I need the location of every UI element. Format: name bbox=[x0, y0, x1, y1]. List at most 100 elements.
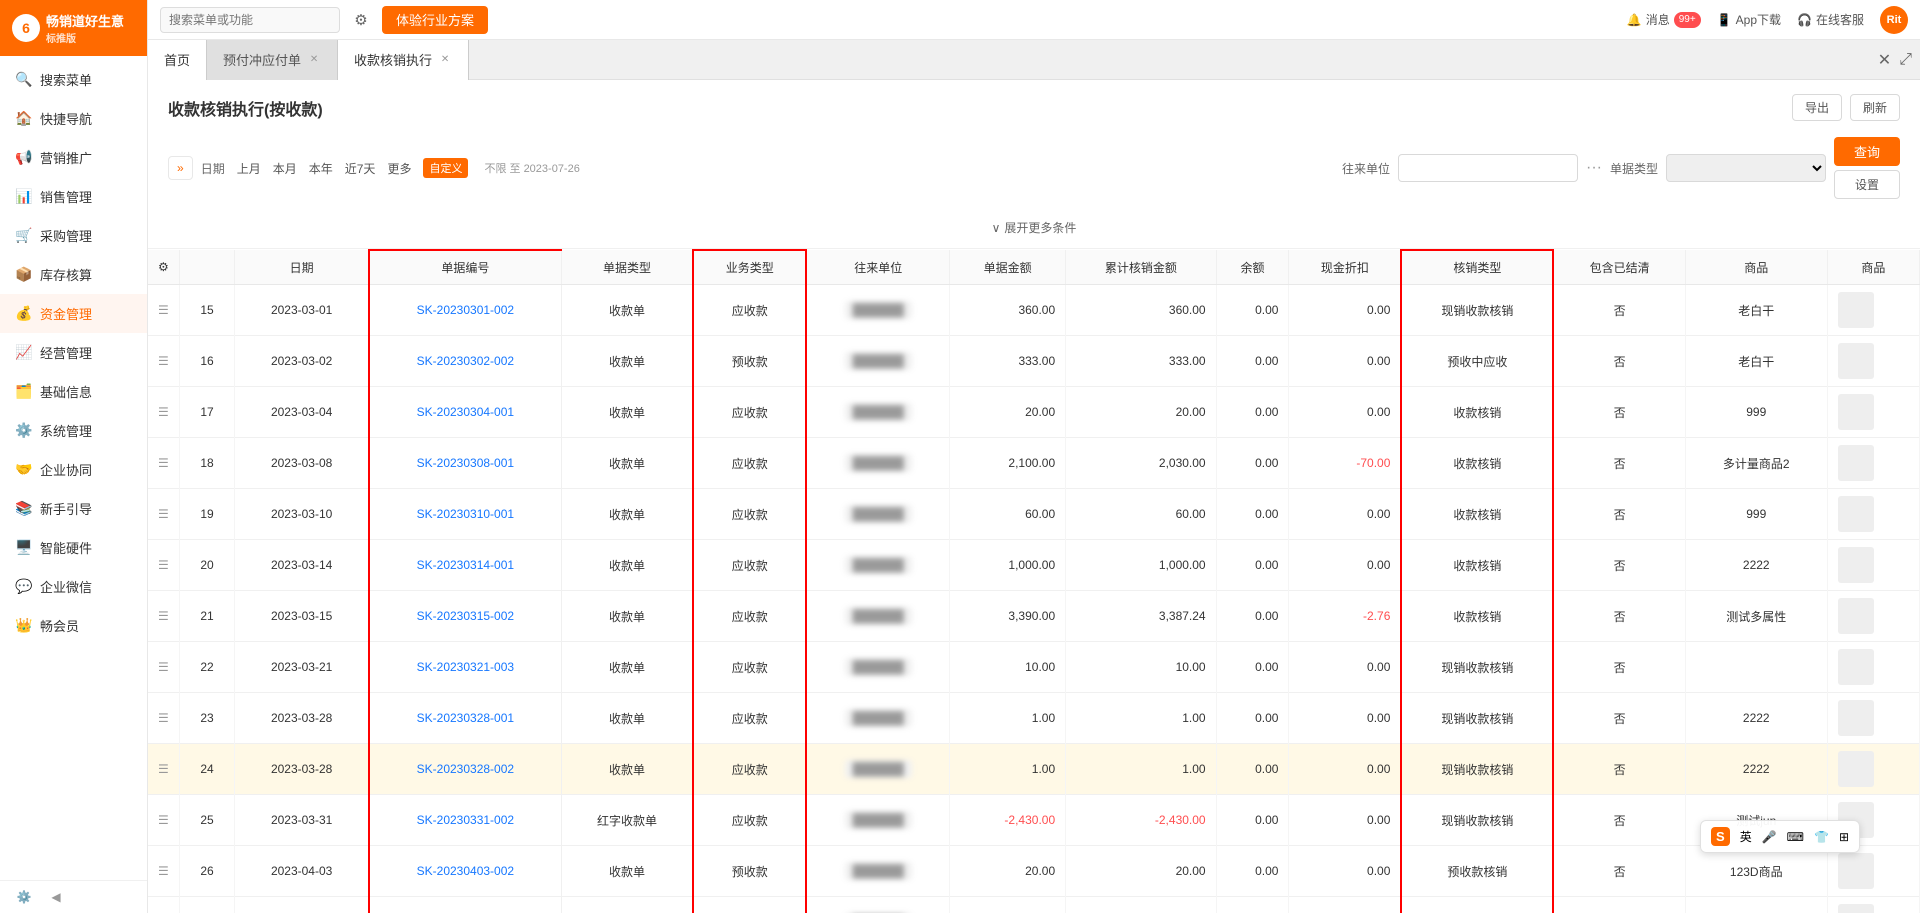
solution-btn[interactable]: 体验行业方案 bbox=[382, 6, 488, 34]
cell-settings[interactable]: ☰ bbox=[148, 897, 179, 913]
col-cumamt[interactable]: 累计核销金额 bbox=[1066, 250, 1216, 285]
billno-link[interactable]: SK-20230302-002 bbox=[417, 354, 514, 368]
col-date[interactable]: 日期 bbox=[235, 250, 369, 285]
cell-settings[interactable]: ☰ bbox=[148, 642, 179, 693]
sidebar-item-system[interactable]: ⚙️系统管理 bbox=[0, 411, 147, 450]
expand-more-btn[interactable]: ∨ 展开更多条件 bbox=[988, 215, 1081, 240]
data-table-container: ⚙ 日期 单据编号 单据类型 业务类型 往来单位 单据金额 累计核销金额 余额 … bbox=[148, 249, 1920, 913]
col-goods[interactable]: 商品 bbox=[1685, 250, 1827, 285]
cell-settings[interactable]: ☰ bbox=[148, 795, 179, 846]
cell-settings[interactable]: ☰ bbox=[148, 846, 179, 897]
tab-payable[interactable]: 预付冲应付单 ✕ bbox=[207, 40, 338, 80]
billtype-select[interactable] bbox=[1666, 154, 1826, 182]
cell-partner: ██████ bbox=[806, 540, 949, 591]
tab-writeoff-close[interactable]: ✕ bbox=[438, 53, 452, 67]
cell-settings[interactable]: ☰ bbox=[148, 693, 179, 744]
col-amount[interactable]: 单据金额 bbox=[950, 250, 1066, 285]
billno-link[interactable]: SK-20230310-001 bbox=[417, 507, 514, 521]
user-avatar[interactable]: Rit bbox=[1880, 6, 1908, 34]
refresh-btn[interactable]: 刷新 bbox=[1850, 94, 1900, 121]
filter-expand-btn[interactable]: » bbox=[168, 156, 193, 180]
export-btn[interactable]: 导出 bbox=[1792, 94, 1842, 121]
tab-payable-close[interactable]: ✕ bbox=[307, 53, 321, 67]
date-btn-lastmonth[interactable]: 上月 bbox=[233, 158, 265, 179]
collapse-icon[interactable]: ◀ bbox=[48, 889, 64, 905]
sidebar-item-purchase[interactable]: 🛒采购管理 bbox=[0, 216, 147, 255]
sidebar-item-sales[interactable]: 📊销售管理 bbox=[0, 177, 147, 216]
sidebar-item-operation[interactable]: 📈经营管理 bbox=[0, 333, 147, 372]
billno-link[interactable]: SK-20230328-002 bbox=[417, 762, 514, 776]
cell-settings[interactable]: ☰ bbox=[148, 387, 179, 438]
cell-settings[interactable]: ☰ bbox=[148, 540, 179, 591]
col-billtype[interactable]: 单据类型 bbox=[561, 250, 693, 285]
cell-settings[interactable]: ☰ bbox=[148, 744, 179, 795]
date-custom-btn[interactable]: 自定义 bbox=[423, 158, 468, 178]
billno-link[interactable]: SK-20230304-001 bbox=[417, 405, 514, 419]
billno-link[interactable]: SK-20230403-002 bbox=[417, 864, 514, 878]
tab-expand-icon[interactable]: ⤢ bbox=[1899, 51, 1912, 69]
cell-settings[interactable]: ☰ bbox=[148, 438, 179, 489]
ime-keyboard-icon[interactable]: ⌨ bbox=[1787, 830, 1804, 844]
cell-settings[interactable]: ☰ bbox=[148, 336, 179, 387]
sidebar-item-basic[interactable]: 🗂️基础信息 bbox=[0, 372, 147, 411]
date-btn-thisyear[interactable]: 本年 bbox=[305, 158, 337, 179]
billno-link[interactable]: SK-20230315-002 bbox=[417, 609, 514, 623]
sidebar-item-wechat[interactable]: 💬企业微信 bbox=[0, 567, 147, 606]
billno-link[interactable]: SK-20230314-001 bbox=[417, 558, 514, 572]
sidebar-item-corp[interactable]: 🤝企业协同 bbox=[0, 450, 147, 489]
cell-goodsimg bbox=[1827, 285, 1919, 336]
col-settings[interactable]: ⚙ bbox=[148, 250, 179, 285]
billno-link[interactable]: SK-20230328-001 bbox=[417, 711, 514, 725]
col-discount[interactable]: 现金折扣 bbox=[1289, 250, 1401, 285]
col-partner[interactable]: 往来单位 bbox=[806, 250, 949, 285]
ime-shirt-icon[interactable]: 👕 bbox=[1814, 830, 1829, 844]
search-input[interactable] bbox=[160, 7, 340, 33]
cell-settings[interactable]: ☰ bbox=[148, 489, 179, 540]
query-btn[interactable]: 查询 bbox=[1834, 137, 1900, 166]
ime-grid-icon[interactable]: ⊞ bbox=[1839, 830, 1849, 844]
sidebar-item-search[interactable]: 🔍搜索菜单 bbox=[0, 60, 147, 99]
sidebar-item-vip[interactable]: 👑畅会员 bbox=[0, 606, 147, 645]
col-balance[interactable]: 余额 bbox=[1216, 250, 1289, 285]
date-btn-thismonth[interactable]: 本月 bbox=[269, 158, 301, 179]
filter-settings-btn[interactable]: 设置 bbox=[1834, 170, 1900, 199]
col-goodsimg[interactable]: 商品 bbox=[1827, 250, 1919, 285]
col-incl[interactable]: 包含已结清 bbox=[1553, 250, 1685, 285]
date-btn-more[interactable]: 更多 bbox=[383, 158, 415, 179]
partner-input[interactable] bbox=[1398, 154, 1578, 182]
billno-link[interactable]: SK-20230321-003 bbox=[417, 660, 514, 674]
cell-settings[interactable]: ☰ bbox=[148, 285, 179, 336]
col-biztype[interactable]: 业务类型 bbox=[693, 250, 806, 285]
cell-goods: 多计量商品2 bbox=[1685, 438, 1827, 489]
filter-dots[interactable]: ··· bbox=[1586, 159, 1602, 177]
billno-link[interactable]: SK-20230301-002 bbox=[417, 303, 514, 317]
cell-partner: ██████ bbox=[806, 642, 949, 693]
sidebar-item-label-sales: 销售管理 bbox=[40, 187, 92, 206]
col-billno[interactable]: 单据编号 bbox=[369, 250, 561, 285]
online-service-item[interactable]: 🎧 在线客服 bbox=[1797, 11, 1864, 28]
partner-value: ██████ bbox=[845, 556, 912, 574]
sidebar-item-guide[interactable]: 📚新手引导 bbox=[0, 489, 147, 528]
tab-writeoff[interactable]: 收款核销执行 ✕ bbox=[338, 40, 469, 80]
col-writetype[interactable]: 核销类型 bbox=[1401, 250, 1553, 285]
sidebar-item-inventory[interactable]: 📦库存核算 bbox=[0, 255, 147, 294]
settings-icon[interactable]: ⚙️ bbox=[16, 889, 32, 905]
notification-item[interactable]: 🔔 消息 99+ bbox=[1627, 11, 1701, 28]
date-btn-7days[interactable]: 近7天 bbox=[341, 158, 380, 179]
sidebar-item-hardware[interactable]: 🖥️智能硬件 bbox=[0, 528, 147, 567]
ime-mic-icon[interactable]: 🎤 bbox=[1762, 830, 1777, 844]
sidebar-item-marketing[interactable]: 📢营销推广 bbox=[0, 138, 147, 177]
cell-settings[interactable]: ☰ bbox=[148, 591, 179, 642]
billno-link[interactable]: SK-20230308-001 bbox=[417, 456, 514, 470]
sidebar-item-finance[interactable]: 💰资金管理 bbox=[0, 294, 147, 333]
cell-goods: 999 bbox=[1685, 387, 1827, 438]
ime-toolbar: S 英 🎤 ⌨ 👕 ⊞ bbox=[1700, 820, 1860, 853]
sidebar-item-quicknav[interactable]: 🏠快捷导航 bbox=[0, 99, 147, 138]
billno-link[interactable]: SK-20230331-002 bbox=[417, 813, 514, 827]
ime-logo: S bbox=[1711, 827, 1730, 846]
gear-icon[interactable]: ⚙ bbox=[348, 7, 374, 33]
tab-close-all-icon[interactable]: ✕ bbox=[1878, 50, 1891, 70]
tab-home[interactable]: 首页 bbox=[148, 40, 207, 80]
notification-label: 消息 bbox=[1646, 11, 1670, 28]
app-download-item[interactable]: 📱 App下载 bbox=[1717, 11, 1781, 28]
